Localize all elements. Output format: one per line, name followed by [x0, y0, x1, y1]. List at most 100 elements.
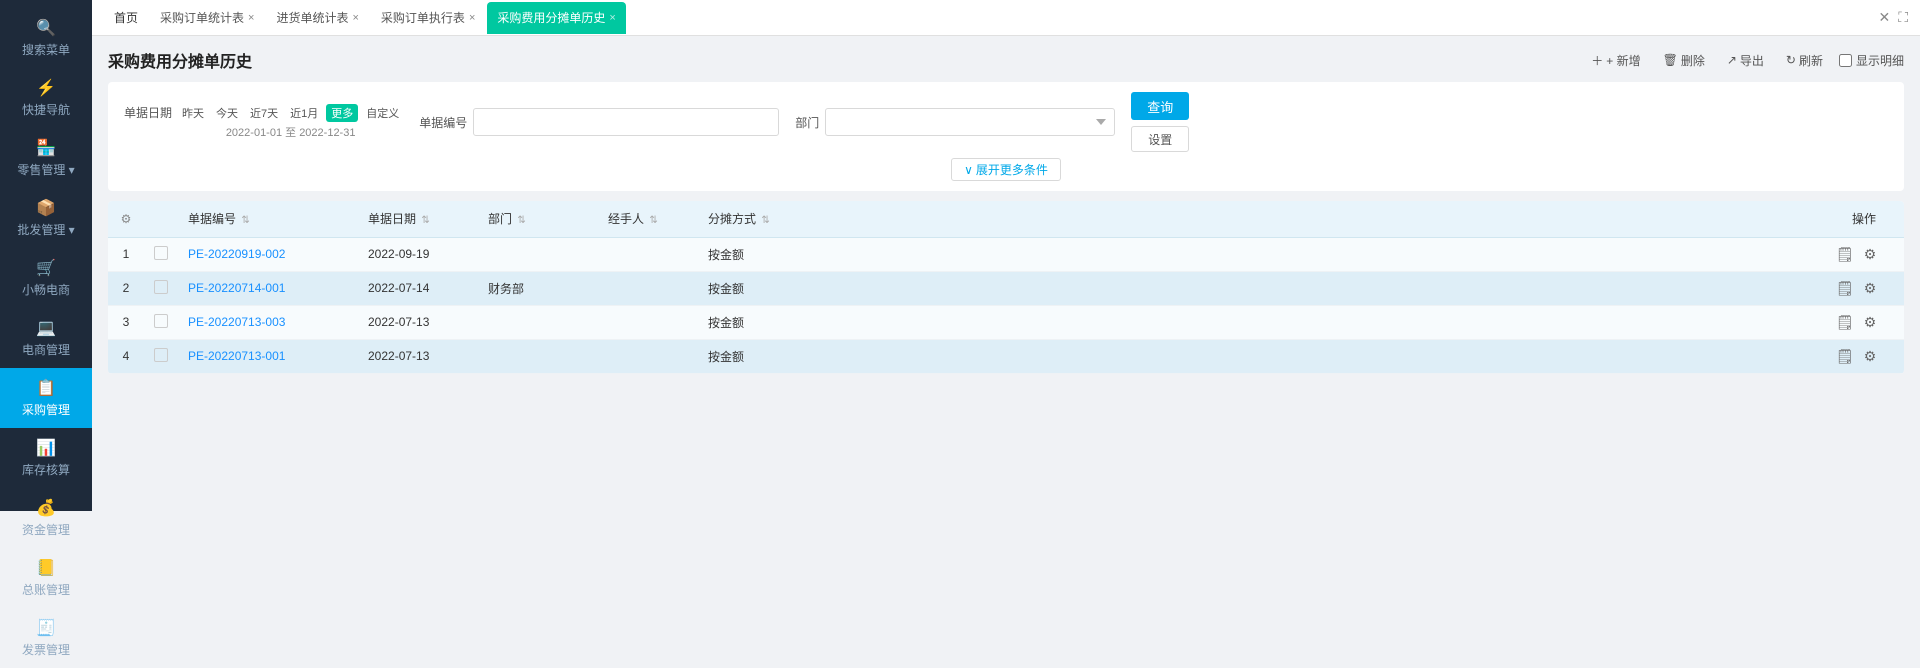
row-docno: PE-20220713-001: [178, 339, 358, 373]
table-header-row: ⚙ 单据编号 ⇅ 单据日期 ⇅ 部门 ⇅: [108, 201, 1904, 237]
col-date-label: 单据日期: [368, 212, 416, 226]
sidebar-item-资金管理[interactable]: 💰资金管理: [0, 488, 92, 548]
tab-采购费用分摊单历史[interactable]: 采购费用分摊单历史 ×: [487, 2, 625, 34]
col-dept[interactable]: 部门 ⇅: [478, 201, 598, 237]
query-button[interactable]: 查询: [1131, 92, 1189, 120]
date-btn-today[interactable]: 今天: [212, 104, 242, 122]
main-area: 首页采购订单统计表 ×进货单统计表 ×采购订单执行表 ×采购费用分摊单历史 × …: [92, 0, 1920, 511]
row-check[interactable]: [144, 305, 178, 339]
sidebar-icon: 📊: [36, 438, 56, 458]
row-checkbox[interactable]: [154, 280, 168, 294]
tab-采购订单统计表[interactable]: 采购订单统计表 ×: [150, 2, 264, 34]
maximize-window-icon[interactable]: ⛶: [1898, 9, 1908, 26]
docno-filter-group: 单据编号: [419, 108, 779, 136]
date-btn-yesterday[interactable]: 昨天: [178, 104, 208, 122]
table-row: 2 PE-20220714-001 2022-07-14 财务部 按金额 🗒 ⚙: [108, 271, 1904, 305]
docno-input[interactable]: [473, 108, 779, 136]
col-action: 操作: [1824, 201, 1904, 237]
sidebar-icon: 💻: [36, 318, 56, 338]
row-dept: [478, 237, 598, 271]
date-btn-more[interactable]: 更多: [326, 104, 358, 122]
tab-close-icon[interactable]: ×: [469, 12, 475, 24]
sidebar-item-label: 采购管理: [22, 401, 70, 418]
action-icons: 🗒 ⚙: [1834, 244, 1894, 265]
row-handler: [598, 271, 698, 305]
sidebar-item-采购管理[interactable]: 📋 采购管理: [0, 368, 92, 428]
row-check[interactable]: [144, 271, 178, 305]
action-icons: 🗒 ⚙: [1834, 278, 1894, 299]
doc-link[interactable]: PE-20220919-002: [188, 247, 285, 261]
row-docno: PE-20220919-002: [178, 237, 358, 271]
sidebar-item-label: 小畅电商: [22, 281, 70, 298]
tab-首页[interactable]: 首页: [104, 2, 148, 34]
edit-icon[interactable]: ⚙: [1862, 346, 1879, 367]
date-btn-custom[interactable]: 自定义: [362, 104, 403, 122]
sidebar: 🔍搜索菜单⚡快捷导航🏪零售管理 ▾📦批发管理 ▾🛒小畅电商💻电商管理 📋 采购管理 📊…: [0, 0, 92, 511]
sidebar-item-label: 库存核算: [22, 461, 70, 478]
sort-dept-icon: ⇅: [517, 215, 525, 226]
view-icon[interactable]: 🗒: [1834, 278, 1856, 299]
sidebar-item-label: 零售管理 ▾: [17, 161, 74, 178]
row-date: 2022-09-19: [358, 237, 478, 271]
edit-icon[interactable]: ⚙: [1862, 312, 1879, 333]
chevron-down-icon: ∨: [964, 163, 973, 177]
date-btn-1month[interactable]: 近1月: [286, 104, 322, 122]
col-settings[interactable]: ⚙: [108, 201, 144, 237]
sidebar-item-库存核算[interactable]: 📊 库存核算: [0, 428, 92, 488]
refresh-button[interactable]: ↻ 刷新: [1780, 49, 1829, 72]
sidebar-item-电商管理[interactable]: 💻电商管理: [0, 308, 92, 368]
row-checkbox[interactable]: [154, 314, 168, 328]
edit-icon[interactable]: ⚙: [1862, 244, 1879, 265]
row-check[interactable]: [144, 237, 178, 271]
col-method[interactable]: 分摊方式 ⇅: [698, 201, 1824, 237]
content-area: 采购费用分摊单历史 ＋ + 新增 🗑 删除 ↗ 导出 ↻ 刷新: [92, 36, 1920, 511]
date-btn-7days[interactable]: 近7天: [246, 104, 282, 122]
close-window-icon[interactable]: ✕: [1878, 9, 1890, 26]
sidebar-icon: ⚡: [36, 78, 56, 98]
sidebar-icon: 🔍: [36, 18, 56, 38]
sidebar-item-零售管理[interactable]: 🏪零售管理 ▾: [0, 128, 92, 188]
view-icon[interactable]: 🗒: [1834, 312, 1856, 333]
col-handler-label: 经手人: [608, 212, 644, 226]
add-button[interactable]: ＋ + 新增: [1585, 49, 1646, 72]
sidebar-item-发票管理[interactable]: 🧾发票管理: [0, 608, 92, 668]
row-date: 2022-07-14: [358, 271, 478, 305]
table-body: 1 PE-20220919-002 2022-09-19 按金额 🗒 ⚙ 2 P…: [108, 237, 1904, 373]
doc-link[interactable]: PE-20220713-003: [188, 315, 285, 329]
date-filter-label: 单据日期: [124, 104, 172, 121]
row-checkbox[interactable]: [154, 246, 168, 260]
col-handler[interactable]: 经手人 ⇅: [598, 201, 698, 237]
action-icons: 🗒 ⚙: [1834, 346, 1894, 367]
row-checkbox[interactable]: [154, 348, 168, 362]
show-cols-toggle[interactable]: 显示明细: [1839, 52, 1904, 69]
table-row: 4 PE-20220713-001 2022-07-13 按金额 🗒 ⚙: [108, 339, 1904, 373]
sidebar-item-搜索菜单[interactable]: 🔍搜索菜单: [0, 8, 92, 68]
col-docno[interactable]: 单据编号 ⇅: [178, 201, 358, 237]
expand-more-button[interactable]: ∨ 展开更多条件: [951, 158, 1061, 181]
sidebar-item-小畅电商[interactable]: 🛒小畅电商: [0, 248, 92, 308]
tab-进货单统计表[interactable]: 进货单统计表 ×: [266, 2, 368, 34]
edit-icon[interactable]: ⚙: [1862, 278, 1879, 299]
doc-link[interactable]: PE-20220713-001: [188, 349, 285, 363]
row-date: 2022-07-13: [358, 305, 478, 339]
doc-link[interactable]: PE-20220714-001: [188, 281, 285, 295]
settings-button[interactable]: 设置: [1131, 126, 1189, 152]
sidebar-icon: 🧾: [36, 618, 56, 638]
view-icon[interactable]: 🗒: [1834, 244, 1856, 265]
view-icon[interactable]: 🗒: [1834, 346, 1856, 367]
sidebar-item-总账管理[interactable]: 📒总账管理: [0, 548, 92, 608]
tab-close-icon[interactable]: ×: [352, 12, 358, 24]
row-check[interactable]: [144, 339, 178, 373]
expand-more-row: ∨ 展开更多条件: [124, 158, 1888, 181]
tab-close-icon[interactable]: ×: [609, 12, 615, 24]
dept-select[interactable]: [825, 108, 1115, 136]
sidebar-item-快捷导航[interactable]: ⚡快捷导航: [0, 68, 92, 128]
delete-button[interactable]: 🗑 删除: [1657, 49, 1711, 72]
sidebar-icon: 📋: [36, 378, 56, 398]
sidebar-item-批发管理[interactable]: 📦批发管理 ▾: [0, 188, 92, 248]
export-button[interactable]: ↗ 导出: [1721, 49, 1770, 72]
col-date[interactable]: 单据日期 ⇅: [358, 201, 478, 237]
tab-close-icon[interactable]: ×: [248, 12, 254, 24]
tab-采购订单执行表[interactable]: 采购订单执行表 ×: [371, 2, 485, 34]
show-cols-checkbox[interactable]: [1839, 54, 1852, 67]
